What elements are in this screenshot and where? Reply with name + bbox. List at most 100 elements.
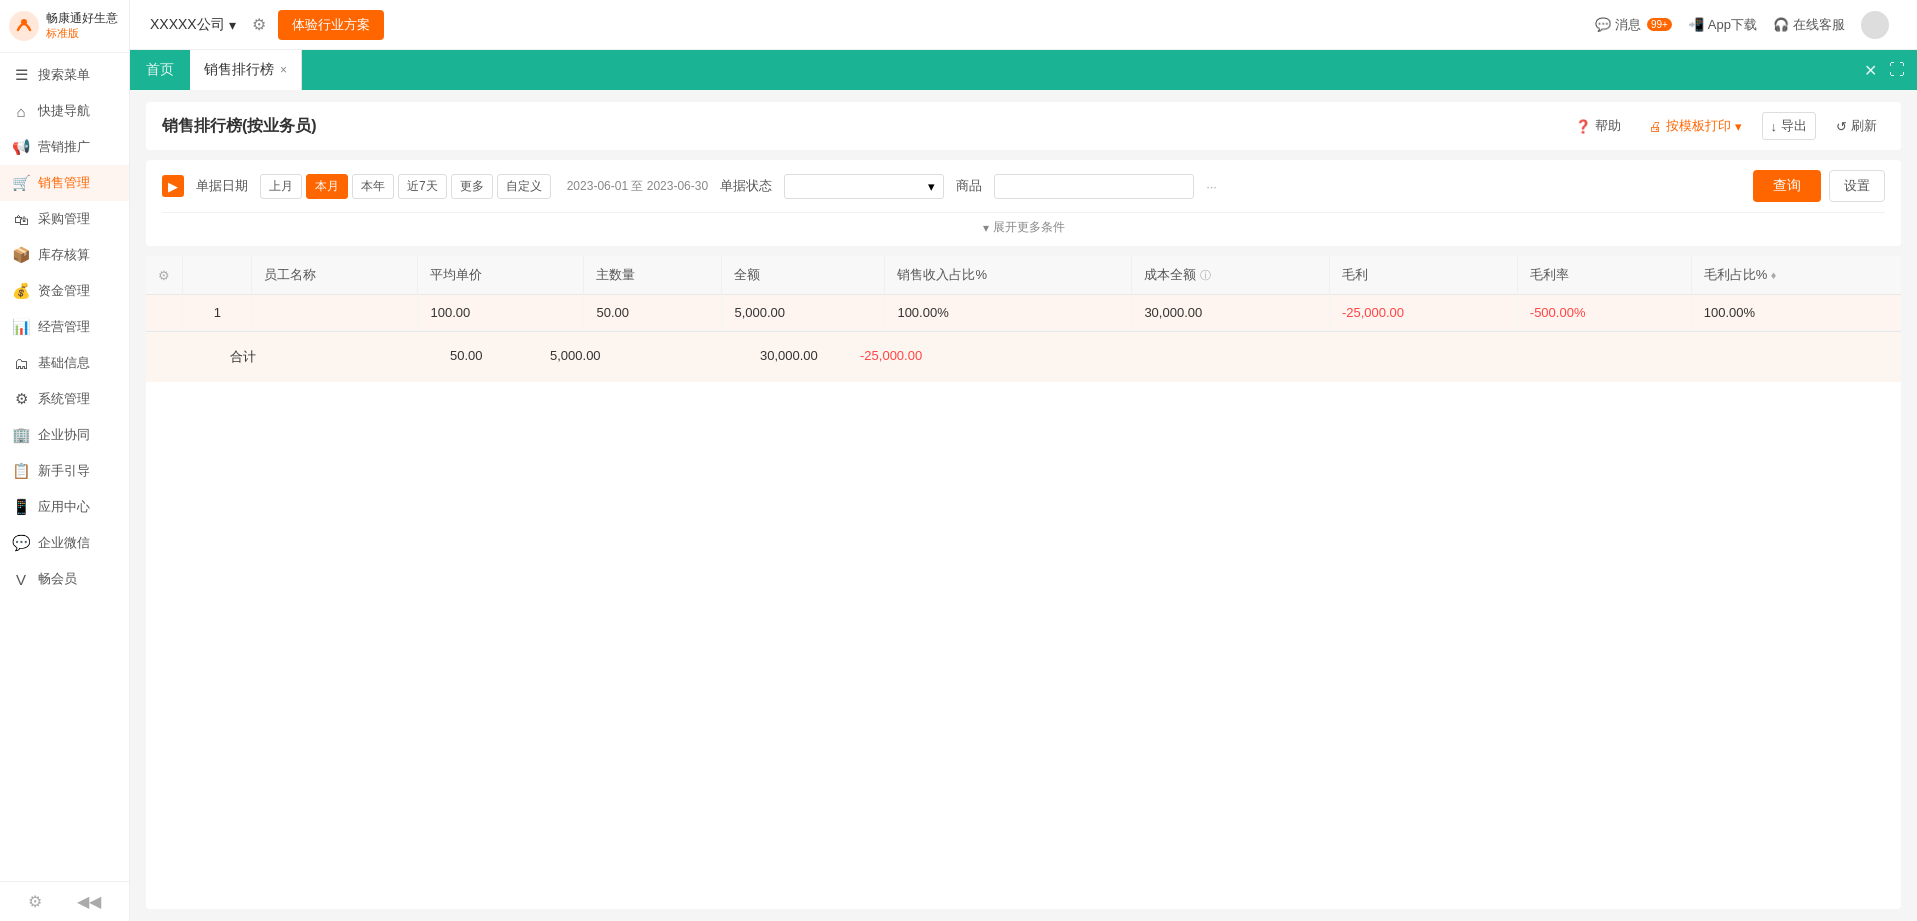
goods-more-icon[interactable]: ···	[1206, 179, 1217, 194]
date-btn-last-month[interactable]: 上月	[260, 174, 302, 199]
maximize-icon[interactable]: ⛶	[1889, 61, 1905, 79]
sidebar-item-sales[interactable]: 🛒 销售管理	[0, 165, 129, 201]
export-label: 导出	[1781, 117, 1807, 135]
wechat-icon: 💬	[12, 534, 30, 552]
help-icon: ❓	[1575, 119, 1591, 134]
tab-home[interactable]: 首页	[130, 50, 190, 90]
sidebar-item-wechat[interactable]: 💬 企业微信	[0, 525, 129, 561]
app-download-icon: 📲	[1688, 17, 1704, 32]
sidebar-item-inventory[interactable]: 📦 库存核算	[0, 237, 129, 273]
sidebar-item-inventory-label: 库存核算	[38, 246, 90, 264]
topbar-settings-icon[interactable]: ⚙	[252, 15, 266, 34]
sidebar-item-purchase[interactable]: 🛍 采购管理	[0, 201, 129, 237]
th-settings[interactable]: ⚙	[146, 256, 183, 295]
footer-profit-pct	[1048, 342, 1148, 372]
enterprise-icon: 🏢	[12, 426, 30, 444]
query-button[interactable]: 查询	[1753, 170, 1821, 202]
online-service-item[interactable]: 🎧 在线客服	[1773, 16, 1845, 34]
print-icon: 🖨	[1649, 119, 1662, 134]
date-buttons: 上月 本月 本年 近7天 更多 自定义	[260, 174, 551, 199]
settings-bottom-icon[interactable]: ⚙	[28, 892, 42, 911]
th-profit: 毛利	[1329, 256, 1517, 295]
sidebar-nav: ☰ 搜索菜单 ⌂ 快捷导航 📢 营销推广 🛒 销售管理 🛍 采购管理 📦 库存核…	[0, 53, 129, 881]
table-body: 1100.0050.005,000.00100.00%30,000.00-25,…	[146, 295, 1901, 331]
date-btn-this-month[interactable]: 本月	[306, 174, 348, 199]
close-window-icon[interactable]: ✕	[1864, 61, 1877, 80]
date-btn-more[interactable]: 更多	[451, 174, 493, 199]
svg-point-1	[21, 19, 27, 25]
data-table: ⚙ 员工名称 平均单价 主数量 全额 销售收入占比% 成本全额 ⓘ 毛利 毛利率…	[146, 256, 1901, 331]
management-icon: 📊	[12, 318, 30, 336]
trial-button[interactable]: 体验行业方案	[278, 10, 384, 40]
expand-label: 展开更多条件	[993, 219, 1065, 236]
sidebar-item-shortcut[interactable]: ⌂ 快捷导航	[0, 93, 129, 129]
message-badge: 99+	[1647, 18, 1672, 31]
td-avg-price: 100.00	[418, 295, 584, 331]
filter-actions: 查询 设置	[1753, 170, 1885, 202]
expand-button[interactable]: ▾ 展开更多条件	[983, 219, 1065, 236]
chevron-down-expand-icon: ▾	[983, 221, 989, 235]
sidebar-item-management[interactable]: 📊 经营管理	[0, 309, 129, 345]
sidebar-item-marketing[interactable]: 📢 营销推广	[0, 129, 129, 165]
sidebar-item-system[interactable]: ⚙ 系统管理	[0, 381, 129, 417]
sidebar-item-management-label: 经营管理	[38, 318, 90, 336]
export-icon: ↓	[1771, 119, 1778, 134]
sidebar-item-basic-label: 基础信息	[38, 354, 90, 372]
sidebar-item-apps[interactable]: 📱 应用中心	[0, 489, 129, 525]
footer-settings-cell	[158, 342, 188, 372]
export-button[interactable]: ↓ 导出	[1762, 112, 1817, 140]
home-icon: ⌂	[12, 103, 30, 120]
td-profit: -25,000.00	[1329, 295, 1517, 331]
system-icon: ⚙	[12, 390, 30, 408]
member-icon: V	[12, 571, 30, 588]
megaphone-icon: 📢	[12, 138, 30, 156]
main-area: XXXXX公司 ▾ ⚙ 体验行业方案 💬 消息 99+ 📲 App下载 🎧 在线…	[130, 0, 1917, 921]
sidebar-item-finance-label: 资金管理	[38, 282, 90, 300]
td-settings	[146, 295, 183, 331]
goods-input[interactable]	[994, 174, 1194, 199]
avatar[interactable]	[1861, 11, 1889, 39]
footer-cost: 30,000.00	[748, 342, 848, 372]
online-service-label: 在线客服	[1793, 16, 1845, 34]
settings-button[interactable]: 设置	[1829, 170, 1885, 202]
table-area: ⚙ 员工名称 平均单价 主数量 全额 销售收入占比% 成本全额 ⓘ 毛利 毛利率…	[146, 256, 1901, 909]
help-label: 帮助	[1595, 117, 1621, 135]
sidebar-item-search-label: 搜索菜单	[38, 66, 90, 84]
content-area: 销售排行榜(按业务员) ❓ 帮助 🖨 按模板打印 ▾ ↓ 导出 ↺ 刷新	[130, 90, 1917, 921]
sidebar-item-finance[interactable]: 💰 资金管理	[0, 273, 129, 309]
sidebar-item-enterprise[interactable]: 🏢 企业协同	[0, 417, 129, 453]
goods-label: 商品	[956, 177, 982, 195]
company-selector[interactable]: XXXXX公司 ▾	[142, 12, 244, 38]
date-btn-this-year[interactable]: 本年	[352, 174, 394, 199]
headphone-icon: 🎧	[1773, 17, 1789, 32]
td-amount: 5,000.00	[722, 295, 885, 331]
collapse-icon[interactable]: ◀◀	[77, 892, 101, 911]
date-btn-7days[interactable]: 近7天	[398, 174, 447, 199]
td-profit-rate: -500.00%	[1517, 295, 1691, 331]
app-download-item[interactable]: 📲 App下载	[1688, 16, 1757, 34]
sidebar-item-basic[interactable]: 🗂 基础信息	[0, 345, 129, 381]
footer-qty: 50.00	[438, 342, 538, 372]
tab-sales-ranking[interactable]: 销售排行榜 ×	[190, 50, 302, 90]
inventory-icon: 📦	[12, 246, 30, 264]
purchase-icon: 🛍	[12, 211, 30, 228]
help-button[interactable]: ❓ 帮助	[1567, 113, 1629, 139]
refresh-button[interactable]: ↺ 刷新	[1828, 113, 1885, 139]
date-btn-custom[interactable]: 自定义	[497, 174, 551, 199]
app-name: 畅康通好生意	[46, 11, 118, 27]
print-button[interactable]: 🖨 按模板打印 ▾	[1641, 113, 1750, 139]
sidebar-item-member[interactable]: V 畅会员	[0, 561, 129, 597]
refresh-label: 刷新	[1851, 117, 1877, 135]
message-item[interactable]: 💬 消息 99+	[1595, 16, 1672, 34]
apps-icon: 📱	[12, 498, 30, 516]
status-select[interactable]: ▾	[784, 174, 944, 199]
tab-close-icon[interactable]: ×	[280, 63, 287, 77]
sidebar-item-search[interactable]: ☰ 搜索菜单	[0, 57, 129, 93]
expand-row: ▾ 展开更多条件	[162, 212, 1885, 236]
sidebar-item-guide-label: 新手引导	[38, 462, 90, 480]
filter-expand-arrow[interactable]: ▶	[162, 175, 184, 197]
sidebar-item-marketing-label: 营销推广	[38, 138, 90, 156]
tab-sales-ranking-label: 销售排行榜	[204, 61, 274, 79]
sidebar-footer: ⚙ ◀◀	[0, 881, 129, 921]
sidebar-item-guide[interactable]: 📋 新手引导	[0, 453, 129, 489]
